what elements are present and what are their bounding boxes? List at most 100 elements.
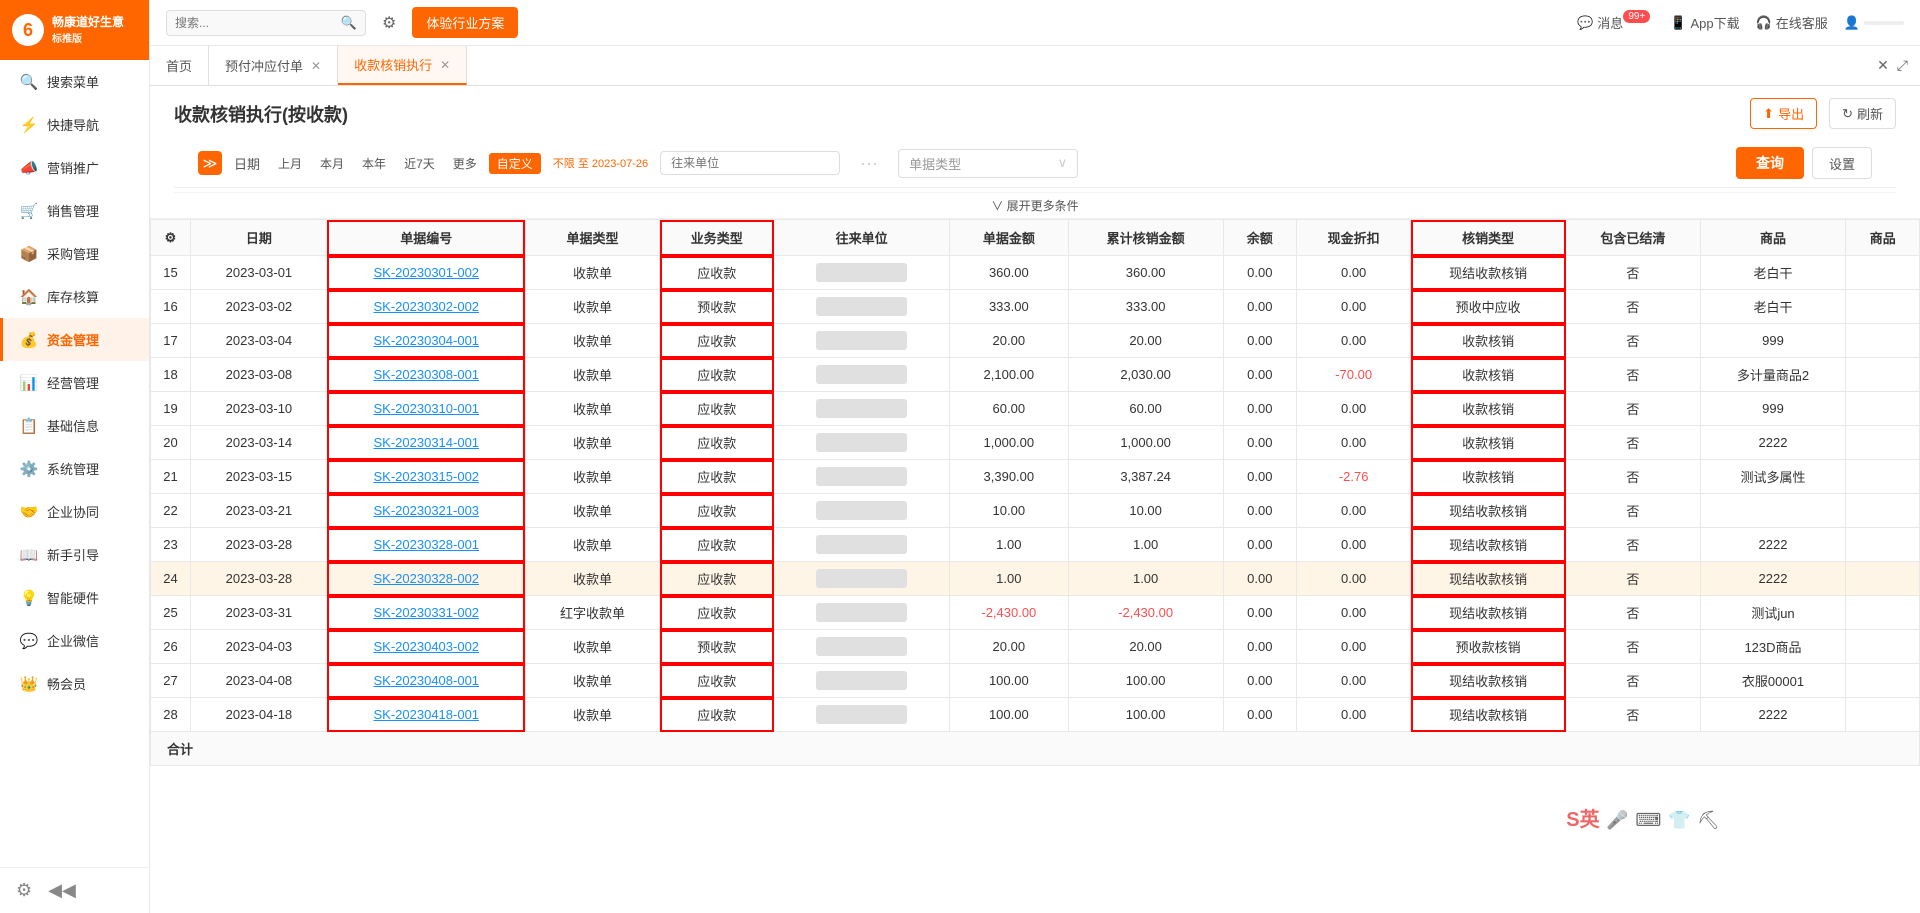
bill-no-link[interactable]: SK-20230321-003	[374, 503, 480, 518]
bill-no-link[interactable]: SK-20230302-002	[374, 299, 480, 314]
bill-no-link[interactable]: SK-20230301-002	[374, 265, 480, 280]
col-include-settled[interactable]: 包含已结清	[1566, 220, 1701, 256]
bill-no-link[interactable]: SK-20230418-001	[374, 707, 480, 722]
col-verify-type[interactable]: 核销类型	[1411, 220, 1566, 256]
sidebar-item-库存核算[interactable]: 🏠库存核算	[0, 275, 149, 318]
col-bill-no[interactable]: 单据编号	[327, 220, 525, 256]
row-date: 2023-03-10	[191, 392, 328, 426]
row-biz-type: 应收款	[660, 324, 774, 358]
row-date: 2023-03-28	[191, 562, 328, 596]
row-goods2	[1846, 664, 1920, 698]
expand-more-button[interactable]: ∨ 展开更多条件	[991, 197, 1078, 214]
sidebar-item-智能硬件[interactable]: 💡智能硬件	[0, 576, 149, 619]
row-verify-type: 收款核销	[1411, 324, 1566, 358]
bill-no-link[interactable]: SK-20230328-001	[374, 537, 480, 552]
bill-no-link[interactable]: SK-20230314-001	[374, 435, 480, 450]
online-service-label: 在线客服	[1776, 13, 1828, 32]
col-bill-type[interactable]: 单据类型	[525, 220, 660, 256]
online-service-item[interactable]: 🎧 在线客服	[1756, 13, 1828, 32]
row-verify-type: 现结收款核销	[1411, 698, 1566, 732]
bill-no-link[interactable]: SK-20230308-001	[374, 367, 480, 382]
col-balance[interactable]: 余额	[1223, 220, 1297, 256]
tab-verify-close[interactable]: ✕	[440, 58, 450, 72]
sidebar-item-系统管理[interactable]: ⚙️系统管理	[0, 447, 149, 490]
row-partner: ██████	[774, 290, 950, 324]
export-button[interactable]: ⬆ 导出	[1750, 98, 1817, 129]
row-include-settled: 否	[1566, 358, 1701, 392]
tab-prepay[interactable]: 预付冲应付单 ✕	[209, 46, 338, 85]
sidebar-item-企业协同[interactable]: 🤝企业协同	[0, 490, 149, 533]
industry-btn[interactable]: 体验行业方案	[412, 7, 518, 38]
sidebar-item-畅会员[interactable]: 👑畅会员	[0, 662, 149, 705]
col-settings[interactable]: ⚙	[151, 220, 191, 256]
partner-input[interactable]	[671, 156, 829, 170]
tab-verify[interactable]: 收款核销执行 ✕	[338, 46, 467, 85]
bill-no-link[interactable]: SK-20230331-002	[374, 605, 480, 620]
sidebar-label-0: 搜索菜单	[47, 72, 99, 91]
bill-no-link[interactable]: SK-20230304-001	[374, 333, 480, 348]
sidebar-item-销售管理[interactable]: 🛒销售管理	[0, 189, 149, 232]
sidebar-item-新手引导[interactable]: 📖新手引导	[0, 533, 149, 576]
notification-item[interactable]: 💬 消息 99+	[1577, 13, 1654, 32]
col-cash-discount[interactable]: 现金折扣	[1297, 220, 1411, 256]
col-partner[interactable]: 往来单位	[774, 220, 950, 256]
col-date[interactable]: 日期	[191, 220, 328, 256]
row-partner: ██████	[774, 698, 950, 732]
partner-filter-wrap	[660, 151, 840, 175]
bill-no-link[interactable]: SK-20230403-002	[374, 639, 480, 654]
col-accum-amount[interactable]: 累计核销金额	[1068, 220, 1223, 256]
col-settings-icon[interactable]: ⚙	[165, 230, 177, 245]
row-cash-discount: 0.00	[1297, 256, 1411, 290]
bill-no-link[interactable]: SK-20230328-002	[374, 571, 480, 586]
bill-no-link[interactable]: SK-20230408-001	[374, 673, 480, 688]
row-date: 2023-03-01	[191, 256, 328, 290]
bill-no-link[interactable]: SK-20230315-002	[374, 469, 480, 484]
row-goods2	[1846, 358, 1920, 392]
user-item[interactable]: 👤	[1844, 15, 1904, 31]
row-goods: 2222	[1700, 528, 1846, 562]
date-this-month[interactable]: 本月	[314, 153, 350, 174]
sidebar-item-搜索菜单[interactable]: 🔍搜索菜单	[0, 60, 149, 103]
tab-home[interactable]: 首页	[150, 46, 209, 85]
filter-expand-button[interactable]: ≫	[198, 151, 222, 175]
date-custom[interactable]: 自定义	[489, 153, 541, 174]
settings-button[interactable]: 设置	[1812, 147, 1872, 179]
row-cash-discount: -70.00	[1297, 358, 1411, 392]
row-goods: 2222	[1700, 562, 1846, 596]
row-amount: 2,100.00	[949, 358, 1068, 392]
date-this-year[interactable]: 本年	[356, 153, 392, 174]
row-goods2	[1846, 256, 1920, 290]
page-title: 收款核销执行(按收款)	[174, 101, 348, 127]
row-verify-type: 收款核销	[1411, 358, 1566, 392]
settings-icon[interactable]: ⚙	[16, 880, 32, 901]
col-goods1[interactable]: 商品	[1700, 220, 1846, 256]
col-biz-type[interactable]: 业务类型	[660, 220, 774, 256]
sidebar-item-资金管理[interactable]: 💰资金管理	[0, 318, 149, 361]
close-tab-icon[interactable]: ✕	[1877, 57, 1889, 74]
maximize-icon[interactable]: ⤢	[1897, 57, 1908, 74]
sidebar-item-企业微信[interactable]: 💬企业微信	[0, 619, 149, 662]
brand-name: 畅康道好生意	[52, 15, 124, 31]
collapse-icon[interactable]: ◀◀	[48, 880, 76, 901]
sidebar-item-营销推广[interactable]: 📣营销推广	[0, 146, 149, 189]
date-more[interactable]: 更多	[447, 153, 483, 174]
app-download-item[interactable]: 📱 App下载	[1670, 13, 1739, 32]
sidebar-item-采购管理[interactable]: 📦采购管理	[0, 232, 149, 275]
topbar-search-input[interactable]	[175, 16, 341, 30]
sidebar-item-快捷导航[interactable]: ⚡快捷导航	[0, 103, 149, 146]
bill-type-select[interactable]: 单据类型 ∨	[898, 149, 1078, 178]
refresh-button[interactable]: ↻ 刷新	[1829, 98, 1896, 129]
tab-prepay-close[interactable]: ✕	[311, 59, 321, 73]
sidebar: 6 畅康道好生意 标推版 🔍搜索菜单⚡快捷导航📣营销推广🛒销售管理📦采购管理🏠库…	[0, 0, 150, 913]
gear-icon[interactable]: ⚙	[382, 13, 396, 33]
sidebar-item-基础信息[interactable]: 📋基础信息	[0, 404, 149, 447]
date-last-month[interactable]: 上月	[272, 153, 308, 174]
bill-no-link[interactable]: SK-20230310-001	[374, 401, 480, 416]
query-button[interactable]: 查询	[1736, 147, 1804, 179]
sidebar-item-经营管理[interactable]: 📊经营管理	[0, 361, 149, 404]
col-amount[interactable]: 单据金额	[949, 220, 1068, 256]
row-biz-type: 应收款	[660, 494, 774, 528]
date-7days[interactable]: 近7天	[398, 153, 441, 174]
sidebar-icon-8: 📋	[19, 417, 39, 435]
col-goods2[interactable]: 商品	[1846, 220, 1920, 256]
